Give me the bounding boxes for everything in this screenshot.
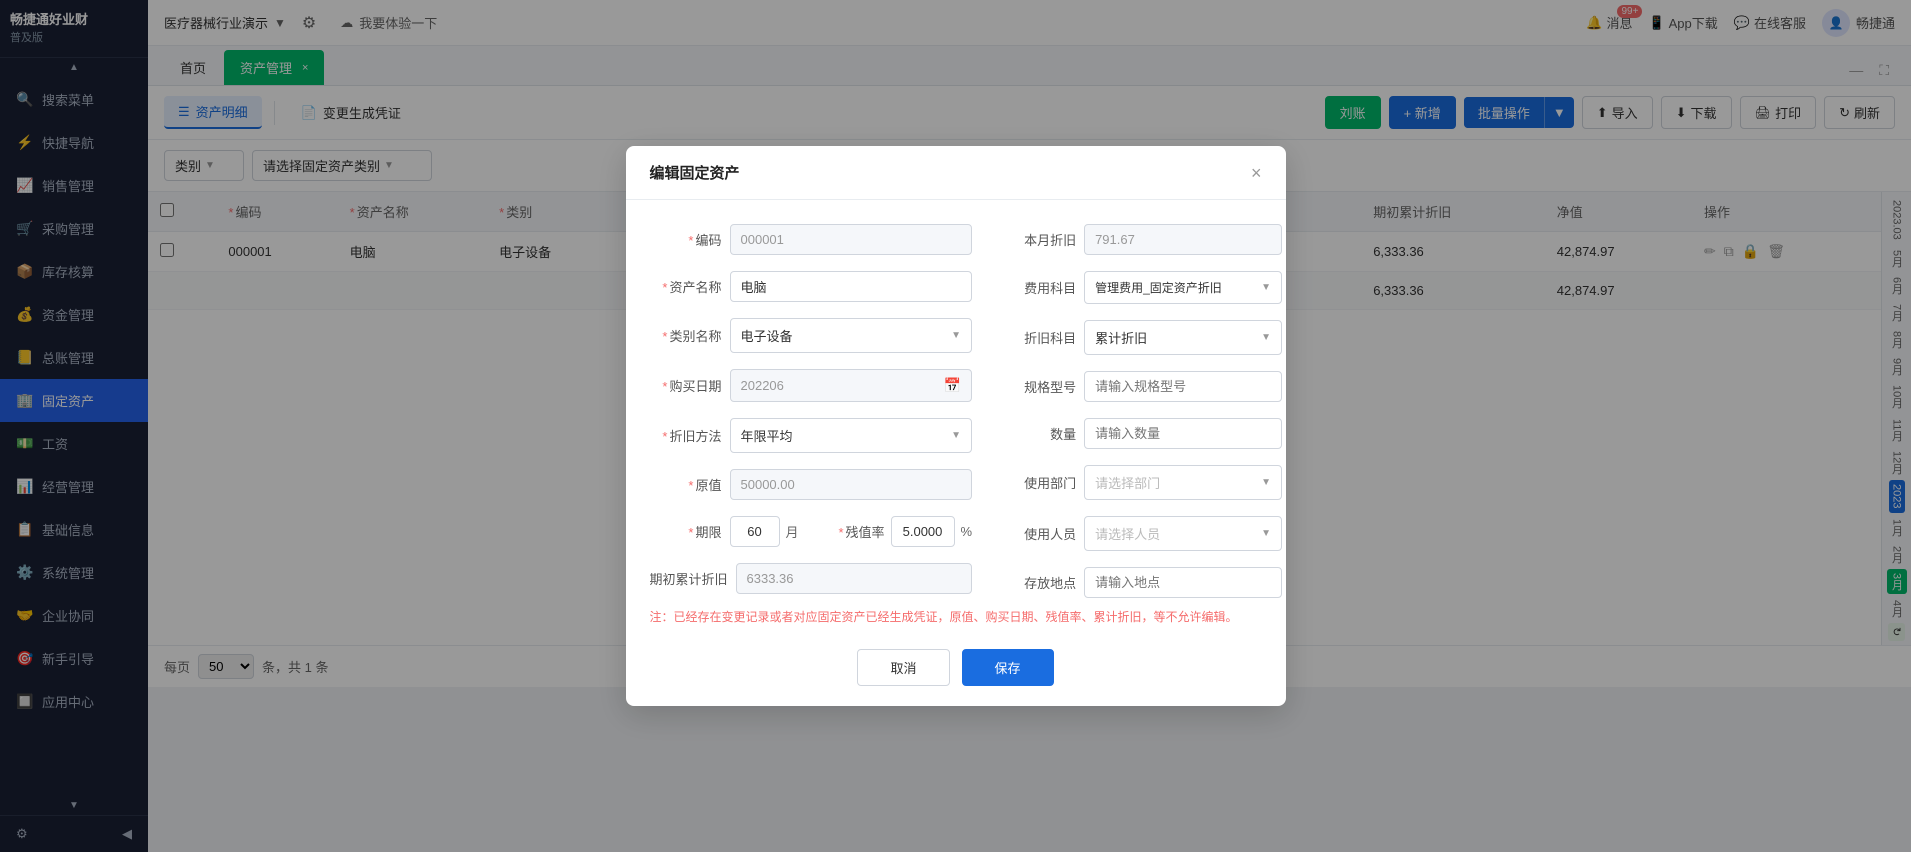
expense-subject-value: 管理费用_固定资产折旧 — [1095, 279, 1222, 296]
form-row-purchase-date: *购买日期 202206 📅 — [650, 369, 973, 402]
form-row-dep-method: *折旧方法 年限平均 ▼ — [650, 418, 973, 453]
person-label: 使用人员 — [1004, 524, 1076, 543]
original-value-input[interactable] — [730, 469, 973, 500]
residual-rate-label: *残值率 — [813, 522, 885, 541]
quantity-label: 数量 — [1004, 424, 1076, 443]
spec-input[interactable] — [1084, 371, 1282, 402]
form-left: *编码 *资产名称 *类别名称 — [650, 224, 973, 598]
period-label: *期限 — [650, 522, 722, 541]
residual-rate-unit: % — [961, 524, 973, 539]
dep-subject-label: 折旧科目 — [1004, 328, 1076, 347]
purchase-date-value: 202206 — [741, 378, 944, 393]
dep-method-label: *折旧方法 — [650, 426, 722, 445]
quantity-input[interactable] — [1084, 418, 1282, 449]
dep-subject-value: 累计折旧 — [1095, 328, 1147, 347]
form-note: 注：已经存在变更记录或者对应固定资产已经生成凭证，原值、购买日期、残值率、累计折… — [650, 598, 1262, 633]
department-select[interactable]: 请选择部门 ▼ — [1084, 465, 1282, 500]
code-label: *编码 — [650, 230, 722, 249]
form-row-asset-name: *资产名称 — [650, 271, 973, 302]
person-placeholder: 请选择人员 — [1095, 524, 1160, 543]
form-row-department: 使用部门 请选择部门 ▼ — [1004, 465, 1282, 500]
modal-overlay: 编辑固定资产 × *编码 *资产名称 — [0, 0, 1911, 852]
form-right: 本月折旧 费用科目 管理费用_固定资产折旧 ▼ 折旧科目 — [1004, 224, 1282, 598]
chevron-down-icon: ▼ — [1261, 332, 1271, 343]
expense-subject-select[interactable]: 管理费用_固定资产折旧 ▼ — [1084, 271, 1282, 304]
modal-body: *编码 *资产名称 *类别名称 — [626, 200, 1286, 633]
monthly-dep-label: 本月折旧 — [1004, 230, 1076, 249]
form-row-location: 存放地点 — [1004, 567, 1282, 598]
spec-label: 规格型号 — [1004, 377, 1076, 396]
location-label: 存放地点 — [1004, 573, 1076, 592]
modal-close-button[interactable]: × — [1251, 164, 1262, 182]
initial-acc-label: 期初累计折旧 — [650, 569, 728, 588]
chevron-down-icon: ▼ — [951, 330, 961, 341]
person-select[interactable]: 请选择人员 ▼ — [1084, 516, 1282, 551]
category-select[interactable]: 电子设备 ▼ — [730, 318, 973, 353]
period-residual-row: 月 *残值率 % — [730, 516, 973, 547]
form-row-expense-subject: 费用科目 管理费用_固定资产折旧 ▼ — [1004, 271, 1282, 304]
period-unit: 月 — [786, 522, 799, 541]
dep-method-value: 年限平均 — [741, 426, 793, 445]
form-row-dep-subject: 折旧科目 累计折旧 ▼ — [1004, 320, 1282, 355]
modal-form: *编码 *资产名称 *类别名称 — [650, 224, 1262, 598]
dep-method-select[interactable]: 年限平均 ▼ — [730, 418, 973, 453]
location-input[interactable] — [1084, 567, 1282, 598]
monthly-dep-input — [1084, 224, 1282, 255]
chevron-down-icon: ▼ — [951, 430, 961, 441]
chevron-down-icon: ▼ — [1261, 282, 1271, 293]
modal-footer: 取消 保存 — [626, 633, 1286, 706]
code-input[interactable] — [730, 224, 973, 255]
residual-rate-input[interactable] — [891, 516, 955, 547]
form-row-monthly-dep: 本月折旧 — [1004, 224, 1282, 255]
department-label: 使用部门 — [1004, 473, 1076, 492]
asset-name-input[interactable] — [730, 271, 973, 302]
initial-acc-input[interactable] — [736, 563, 973, 594]
category-label: *类别名称 — [650, 326, 722, 345]
form-row-person: 使用人员 请选择人员 ▼ — [1004, 516, 1282, 551]
expense-subject-label: 费用科目 — [1004, 278, 1076, 297]
calendar-icon[interactable]: 📅 — [944, 377, 961, 394]
original-value-label: *原值 — [650, 475, 722, 494]
asset-name-label: *资产名称 — [650, 277, 722, 296]
purchase-date-label: *购买日期 — [650, 376, 722, 395]
department-placeholder: 请选择部门 — [1095, 473, 1160, 492]
save-button[interactable]: 保存 — [962, 649, 1054, 686]
form-row-category: *类别名称 电子设备 ▼ — [650, 318, 973, 353]
cancel-button[interactable]: 取消 — [857, 649, 949, 686]
form-row-spec: 规格型号 — [1004, 371, 1282, 402]
period-input[interactable] — [730, 516, 780, 547]
form-row-initial-acc: 期初累计折旧 — [650, 563, 973, 594]
chevron-down-icon: ▼ — [1261, 477, 1271, 488]
form-row-period: *期限 月 *残值率 % — [650, 516, 973, 547]
chevron-down-icon: ▼ — [1261, 528, 1271, 539]
form-row-quantity: 数量 — [1004, 418, 1282, 449]
form-row-original-value: *原值 — [650, 469, 973, 500]
edit-fixed-asset-modal: 编辑固定资产 × *编码 *资产名称 — [626, 146, 1286, 706]
category-select-value: 电子设备 — [741, 326, 793, 345]
form-row-code: *编码 — [650, 224, 973, 255]
dep-subject-select[interactable]: 累计折旧 ▼ — [1084, 320, 1282, 355]
modal-header: 编辑固定资产 × — [626, 146, 1286, 200]
modal-title: 编辑固定资产 — [650, 162, 740, 183]
